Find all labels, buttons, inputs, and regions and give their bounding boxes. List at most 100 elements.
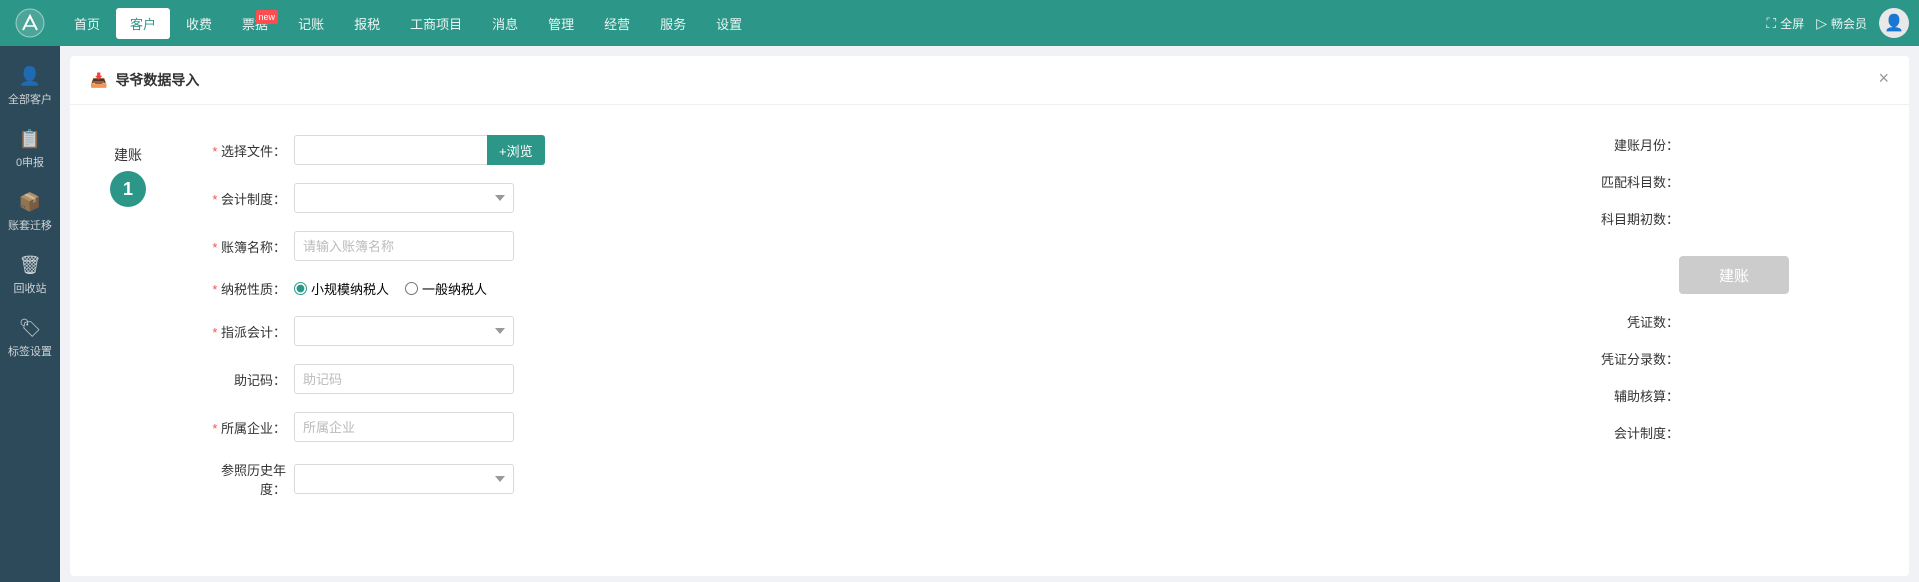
panel-title: 导爷数据导入 <box>115 70 199 90</box>
nav-tax[interactable]: 报税 <box>340 8 394 39</box>
company-input[interactable] <box>294 412 514 442</box>
sidebar-item-declaration-label: 0申报 <box>16 154 44 170</box>
assign-accountant-row: 指派会计： <box>196 316 1549 346</box>
nav-home[interactable]: 首页 <box>60 8 114 39</box>
account-system-label: 会计制度： <box>196 189 286 208</box>
all-clients-icon: 👤 <box>19 66 41 87</box>
memo-input[interactable] <box>294 364 514 394</box>
migrate-icon: 📦 <box>19 192 41 213</box>
nav-operations[interactable]: 经营 <box>590 8 644 39</box>
file-input-group: +浏览 <box>294 135 514 165</box>
avatar-icon: 👤 <box>1884 13 1904 33</box>
nav-fees[interactable]: 收费 <box>172 8 226 39</box>
assign-accountant-label: 指派会计： <box>196 322 286 341</box>
step-section: 建账 1 <box>110 135 146 516</box>
left-form: 选择文件： +浏览 会计制度： <box>196 135 1549 516</box>
aux-accounting-label: 辅助核算： <box>1589 386 1679 405</box>
ledger-name-row: 账簿名称： <box>196 231 1549 261</box>
nav-clients[interactable]: 客户 <box>116 8 170 39</box>
app-logo <box>10 3 50 43</box>
file-select-label: 选择文件： <box>196 141 286 160</box>
vip-button[interactable]: ▷ 畅会员 <box>1816 15 1867 32</box>
sidebar-item-all-clients-label: 全部客户 <box>8 91 52 107</box>
step-label: 建账 <box>114 145 142 165</box>
nav-messages[interactable]: 消息 <box>478 8 532 39</box>
tax-general-option[interactable]: 一般纳税人 <box>405 279 487 298</box>
subject-initial-row: 科目期初数： <box>1589 209 1869 228</box>
sidebar-item-declaration[interactable]: 📋 0申报 <box>0 119 60 180</box>
sidebar-item-tag-settings[interactable]: 🏷 标签设置 <box>0 308 60 369</box>
reference-year-select[interactable] <box>294 464 514 494</box>
vip-label: 畅会员 <box>1831 15 1867 32</box>
browse-button[interactable]: +浏览 <box>487 135 545 165</box>
match-subjects-row: 匹配科目数： <box>1589 172 1869 191</box>
new-badge: new <box>256 10 279 24</box>
right-info: 建账月份： 匹配科目数： 科目期初数： 建账 <box>1589 135 1869 516</box>
recycle-icon: 🗑 <box>19 255 42 276</box>
info-account-system-row: 会计制度： <box>1589 423 1869 442</box>
aux-accounting-row: 辅助核算： <box>1589 386 1869 405</box>
voucher-entries-label: 凭证分录数： <box>1589 349 1679 368</box>
sidebar-item-all-clients[interactable]: 👤 全部客户 <box>0 56 60 117</box>
sidebar-item-migrate-label: 账套迁移 <box>8 217 52 233</box>
main-layout: 👤 全部客户 📋 0申报 📦 账套迁移 🗑 回收站 🏷 标签设置 📥 导爷数据导… <box>0 46 1919 582</box>
import-panel: 📥 导爷数据导入 × 建账 1 <box>70 56 1909 576</box>
voucher-entries-row: 凭证分录数： <box>1589 349 1869 368</box>
user-avatar[interactable]: 👤 <box>1879 8 1909 38</box>
file-input[interactable] <box>294 135 487 165</box>
ledger-name-input[interactable] <box>294 231 514 261</box>
build-account-button[interactable]: 建账 <box>1679 256 1789 294</box>
fullscreen-label: 全屏 <box>1780 15 1804 32</box>
memo-label: 助记码： <box>196 370 286 389</box>
reference-year-row: 参照历史年度： <box>196 460 1549 498</box>
company-row: 所属企业： <box>196 412 1549 442</box>
step-number: 1 <box>123 179 133 200</box>
nav-manage[interactable]: 管理 <box>534 8 588 39</box>
voucher-count-row: 凭证数： <box>1589 312 1869 331</box>
declaration-icon: 📋 <box>19 129 41 150</box>
step-circle: 1 <box>110 171 146 207</box>
tax-type-radio-group: 小规模纳税人 一般纳税人 <box>294 279 487 298</box>
nav-accounts[interactable]: 记账 <box>284 8 338 39</box>
ledger-name-label: 账簿名称： <box>196 237 286 256</box>
reference-year-label: 参照历史年度： <box>196 460 286 498</box>
company-label: 所属企业： <box>196 418 286 437</box>
main-content: 📥 导爷数据导入 × 建账 1 <box>60 46 1919 582</box>
tag-settings-icon: 🏷 <box>19 318 42 339</box>
sidebar-item-tag-settings-label: 标签设置 <box>8 343 52 359</box>
nav-bizprojects[interactable]: 工商项目 <box>396 8 476 39</box>
tax-small-label: 小规模纳税人 <box>311 279 389 298</box>
panel-close-button[interactable]: × <box>1878 68 1889 89</box>
sidebar: 👤 全部客户 📋 0申报 📦 账套迁移 🗑 回收站 🏷 标签设置 <box>0 46 60 582</box>
sidebar-item-recycle[interactable]: 🗑 回收站 <box>0 245 60 306</box>
top-navigation: 首页 客户 收费 票据 new 记账 报税 工商项目 消息 管理 经营 服务 设… <box>0 0 1919 46</box>
account-system-row: 会计制度： <box>196 183 1549 213</box>
account-system-select[interactable] <box>294 183 514 213</box>
sidebar-item-recycle-label: 回收站 <box>14 280 47 296</box>
fullscreen-button[interactable]: ⛶ 全屏 <box>1766 15 1804 32</box>
vip-icon: ▷ <box>1816 15 1827 32</box>
nav-right-area: ⛶ 全屏 ▷ 畅会员 👤 <box>1766 8 1909 38</box>
build-btn-row: 建账 <box>1589 246 1869 294</box>
tax-type-row: 纳税性质： 小规模纳税人 一般纳税人 <box>196 279 1549 298</box>
form-area: 建账 1 选择文件： +浏览 <box>70 105 1909 546</box>
nav-invoices[interactable]: 票据 new <box>228 8 282 39</box>
build-month-row: 建账月份： <box>1589 135 1869 154</box>
fullscreen-icon: ⛶ <box>1766 15 1776 32</box>
info-account-system-label: 会计制度： <box>1589 423 1679 442</box>
nav-settings[interactable]: 设置 <box>702 8 756 39</box>
file-select-row: 选择文件： +浏览 <box>196 135 1549 165</box>
subject-initial-label: 科目期初数： <box>1589 209 1679 228</box>
assign-accountant-select[interactable] <box>294 316 514 346</box>
memo-row: 助记码： <box>196 364 1549 394</box>
match-subjects-label: 匹配科目数： <box>1589 172 1679 191</box>
nav-services[interactable]: 服务 <box>646 8 700 39</box>
tax-small-radio[interactable] <box>294 282 307 295</box>
import-icon: 📥 <box>90 72 107 89</box>
tax-general-radio[interactable] <box>405 282 418 295</box>
sidebar-item-migrate[interactable]: 📦 账套迁移 <box>0 182 60 243</box>
tax-general-label: 一般纳税人 <box>422 279 487 298</box>
tax-small-option[interactable]: 小规模纳税人 <box>294 279 389 298</box>
panel-header: 📥 导爷数据导入 <box>70 56 1909 105</box>
tax-type-label: 纳税性质： <box>196 279 286 298</box>
